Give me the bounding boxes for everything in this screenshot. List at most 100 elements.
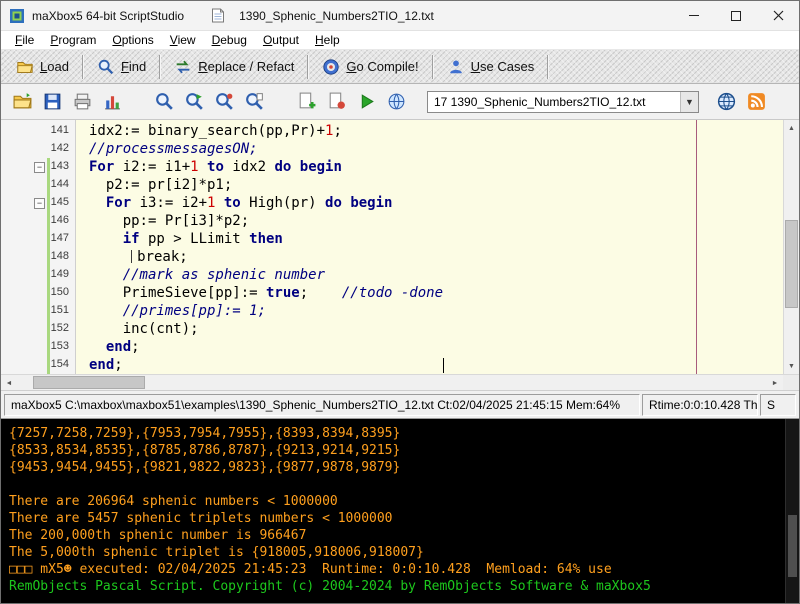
menu-debug[interactable]: Debug bbox=[204, 32, 255, 48]
modified-line-marker bbox=[47, 230, 50, 248]
code-line-144[interactable]: p2:= pr[i2]*p1; bbox=[76, 176, 783, 194]
open-icon bbox=[13, 93, 32, 109]
line-number: 147 bbox=[50, 232, 69, 244]
menu-file[interactable]: File bbox=[7, 32, 42, 48]
line-number: 144 bbox=[50, 178, 69, 190]
console-line: {9453,9454,9455},{9821,9822,9823},{9877,… bbox=[9, 460, 401, 475]
code-token: 1 bbox=[190, 159, 199, 175]
close-button[interactable] bbox=[757, 1, 799, 30]
search-button[interactable] bbox=[151, 89, 177, 115]
go-compile-button[interactable]: Go Compile! bbox=[313, 55, 427, 79]
minimize-icon bbox=[689, 15, 699, 16]
save-button[interactable] bbox=[39, 89, 65, 115]
scroll-left-icon[interactable]: ◄ bbox=[1, 375, 17, 391]
code-token: //primes[pp]:= 1; bbox=[122, 303, 266, 319]
editor-vertical-scrollbar[interactable]: ▲ ▼ bbox=[783, 120, 799, 374]
vertical-scroll-thumb[interactable] bbox=[785, 220, 798, 308]
line-number: 148 bbox=[50, 250, 69, 262]
line-number: 152 bbox=[50, 322, 69, 334]
replace-refactor-button[interactable]: Replace / Refact bbox=[165, 55, 303, 79]
search-filter-button[interactable] bbox=[211, 89, 237, 115]
find-magnifier-icon bbox=[98, 59, 114, 74]
console-scroll-thumb[interactable] bbox=[788, 514, 797, 578]
horizontal-scroll-track[interactable] bbox=[17, 375, 767, 390]
indent-guide bbox=[131, 250, 133, 263]
modified-line-marker bbox=[47, 194, 50, 212]
editor-gutter: 141 142 143−144 145−146 147 148 149 150 151 152 15… bbox=[1, 120, 76, 374]
console-scrollbar[interactable] bbox=[785, 419, 799, 603]
maximize-button[interactable] bbox=[715, 1, 757, 30]
menu-options[interactable]: Options bbox=[104, 32, 161, 48]
main-toolbar: Load Find Replace / Refact Go Compile! U… bbox=[1, 50, 799, 84]
code-token: ; bbox=[299, 285, 342, 301]
compile-target-icon bbox=[323, 58, 340, 75]
open-button[interactable] bbox=[9, 89, 35, 115]
fold-collapse-icon[interactable]: − bbox=[34, 162, 45, 173]
run-script-button[interactable] bbox=[323, 89, 349, 115]
console-output[interactable]: {7257,7258,7259},{7953,7954,7955},{8393,… bbox=[1, 418, 799, 603]
horizontal-scroll-thumb[interactable] bbox=[33, 376, 145, 389]
line-number: 142 bbox=[50, 142, 69, 154]
window-title: maXbox5 64-bit ScriptStudio bbox=[32, 8, 185, 23]
new-script-button[interactable] bbox=[293, 89, 319, 115]
code-line-150[interactable]: PrimeSieve[pp]:= true; //todo -done bbox=[76, 284, 783, 302]
line-number: 149 bbox=[50, 268, 69, 280]
scroll-up-icon[interactable]: ▲ bbox=[784, 120, 799, 136]
line-number: 145 bbox=[50, 196, 69, 208]
menu-program[interactable]: Program bbox=[42, 32, 104, 48]
code-token: to bbox=[207, 159, 224, 175]
line-number: 153 bbox=[50, 340, 69, 352]
chevron-down-icon[interactable]: ▼ bbox=[680, 91, 698, 112]
scroll-down-icon[interactable]: ▼ bbox=[784, 358, 799, 374]
globe-button[interactable] bbox=[713, 89, 739, 115]
code-token: //processmessagesON; bbox=[89, 141, 258, 157]
code-line-146[interactable]: pp:= Pr[i3]*p2; bbox=[76, 212, 783, 230]
code-line-154[interactable]: end; bbox=[76, 356, 783, 374]
code-line-142[interactable]: //processmessagesON; bbox=[76, 140, 783, 158]
menu-help[interactable]: Help bbox=[307, 32, 348, 48]
find-button[interactable]: Find bbox=[88, 55, 155, 79]
modified-line-marker bbox=[47, 302, 50, 320]
script-selector-combobox[interactable]: 17 1390_Sphenic_Numbers2TIO_12.txt ▼ bbox=[427, 90, 699, 113]
line-number: 146 bbox=[50, 214, 69, 226]
search-doc-button[interactable] bbox=[241, 89, 267, 115]
line-number: 154 bbox=[50, 358, 69, 370]
menu-view[interactable]: View bbox=[162, 32, 204, 48]
code-token: end bbox=[105, 339, 132, 355]
code-line-141[interactable]: idx2:= binary_search(pp,Pr)+1; bbox=[76, 122, 783, 140]
play-button[interactable] bbox=[353, 89, 379, 115]
replace-arrows-icon bbox=[176, 60, 190, 73]
editor-horizontal-scrollbar[interactable]: ◄ ► bbox=[1, 374, 799, 390]
use-cases-button[interactable]: Use Cases bbox=[438, 55, 544, 79]
code-line-149[interactable]: //mark as sphenic number bbox=[76, 266, 783, 284]
print-button[interactable] bbox=[69, 89, 95, 115]
go-compile-button-label: Go Compile! bbox=[346, 59, 419, 74]
scroll-right-icon[interactable]: ► bbox=[767, 375, 783, 391]
code-token: //todo -done bbox=[341, 285, 444, 301]
document-icon bbox=[212, 8, 225, 23]
status-runtime: Rtime:0:0:10.428 Thr:30 bbox=[642, 393, 758, 416]
editor-code[interactable]: idx2:= binary_search(pp,Pr)+1;//processm… bbox=[76, 120, 783, 374]
code-line-153[interactable]: end; bbox=[76, 338, 783, 356]
load-button[interactable]: Load bbox=[7, 55, 78, 79]
chart-button[interactable] bbox=[99, 89, 125, 115]
fold-collapse-icon[interactable]: − bbox=[34, 198, 45, 209]
minimize-button[interactable] bbox=[673, 1, 715, 30]
modified-line-marker bbox=[47, 158, 50, 176]
search-next-button[interactable] bbox=[181, 89, 207, 115]
code-token: pp:= Pr[i3]*p2; bbox=[122, 213, 250, 229]
code-line-145[interactable]: For i3:= i2+1 to High(pr) do begin bbox=[76, 194, 783, 212]
code-token: do bbox=[274, 159, 292, 175]
load-button-label: Load bbox=[40, 59, 69, 74]
search-filter-icon bbox=[215, 93, 233, 110]
rss-button[interactable] bbox=[743, 89, 769, 115]
web-button[interactable] bbox=[383, 89, 409, 115]
modified-line-marker bbox=[47, 338, 50, 356]
menu-output[interactable]: Output bbox=[255, 32, 307, 48]
code-line-152[interactable]: inc(cnt); bbox=[76, 320, 783, 338]
code-line-151[interactable]: //primes[pp]:= 1; bbox=[76, 302, 783, 320]
code-line-147[interactable]: if pp > LLimit then bbox=[76, 230, 783, 248]
code-line-143[interactable]: For i2:= i1+1 to idx2 do begin bbox=[76, 158, 783, 176]
code-line-148[interactable]: break; bbox=[76, 248, 783, 266]
